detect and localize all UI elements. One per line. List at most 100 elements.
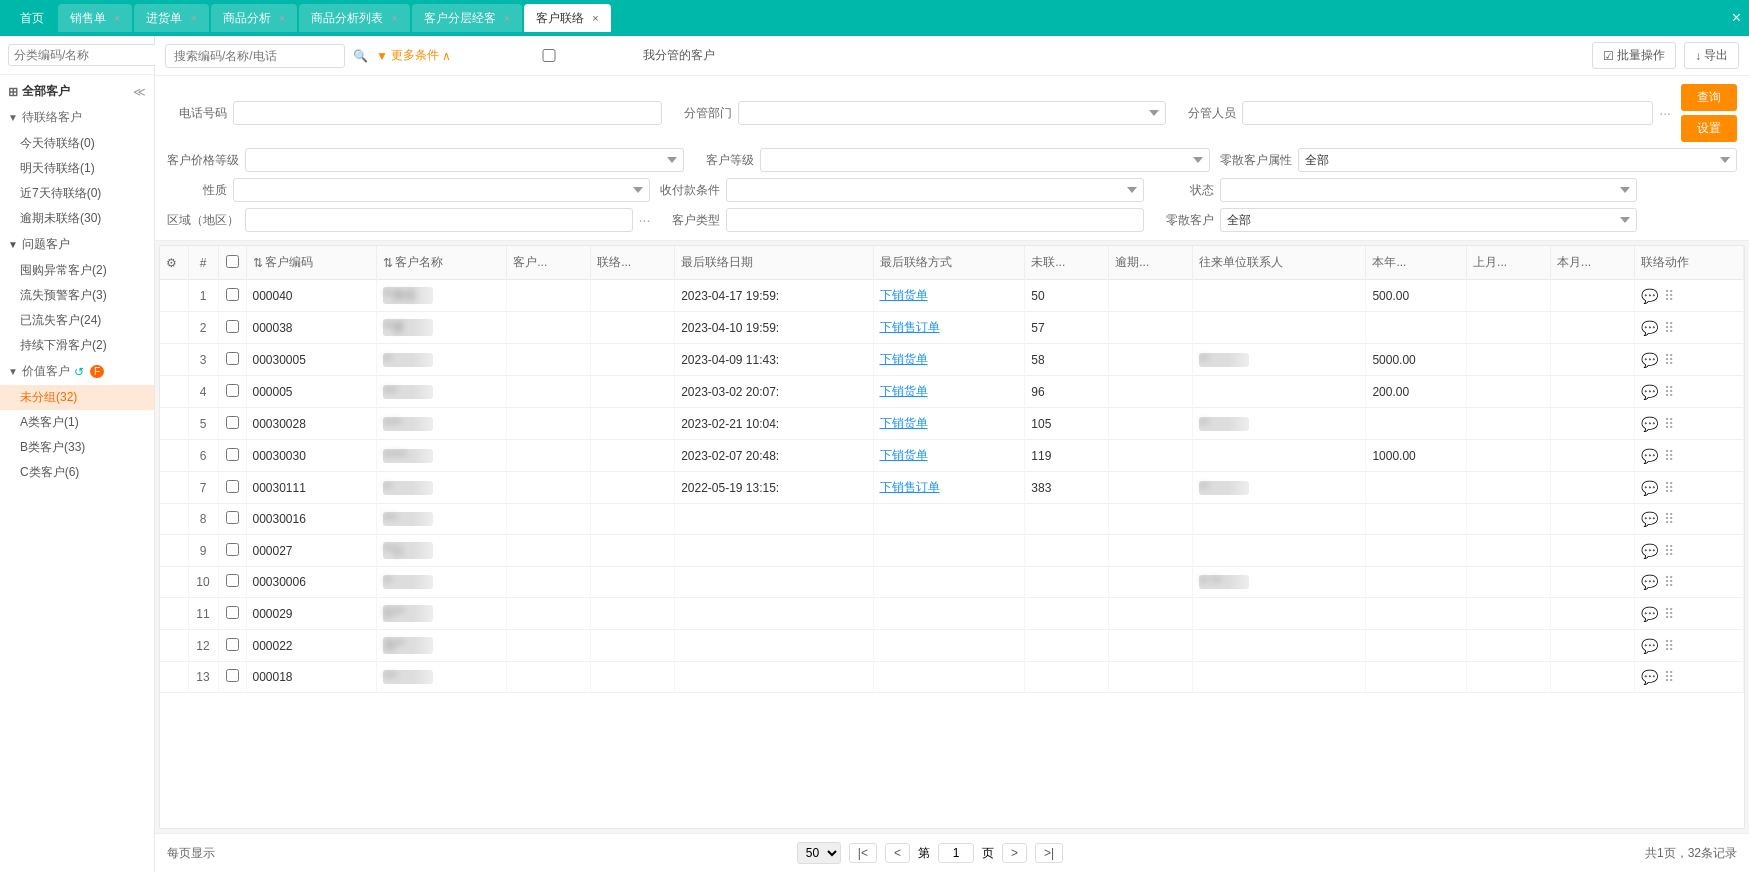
page-input[interactable] xyxy=(938,843,974,863)
sidebar-item-class-b[interactable]: B类客户(33) xyxy=(0,435,154,460)
chat-icon[interactable]: 💬 xyxy=(1641,574,1658,590)
row-checkbox[interactable] xyxy=(226,574,239,587)
staff-more-icon[interactable]: ··· xyxy=(1659,105,1671,121)
contact-method-link[interactable]: 下销货单 xyxy=(880,448,928,462)
sidebar-collapse-icon[interactable]: ≪ xyxy=(133,85,146,99)
chat-icon[interactable]: 💬 xyxy=(1641,638,1658,654)
more-icon[interactable]: ⠿ xyxy=(1664,480,1674,496)
more-icon[interactable]: ⠿ xyxy=(1664,320,1674,336)
more-icon[interactable]: ⠿ xyxy=(1664,606,1674,622)
nature-select[interactable] xyxy=(233,178,650,202)
row-checkbox[interactable] xyxy=(226,448,239,461)
sidebar-item-abnormal[interactable]: 囤购异常客户(2) xyxy=(0,258,154,283)
th-name[interactable]: ⇅客户名称 xyxy=(376,246,506,280)
more-icon[interactable]: ⠿ xyxy=(1664,352,1674,368)
th-this-year[interactable]: 本年... xyxy=(1366,246,1467,280)
row-checkbox[interactable] xyxy=(226,638,239,651)
pay-terms-select[interactable] xyxy=(726,178,1143,202)
sidebar-item-ungroup[interactable]: 未分组(32) xyxy=(0,385,154,410)
staff-input[interactable] xyxy=(1242,101,1653,125)
contact-method-link[interactable]: 下销货单 xyxy=(880,416,928,430)
contact-method-link[interactable]: 下销售订单 xyxy=(880,320,940,334)
sidebar-search-input[interactable] xyxy=(8,44,170,66)
sidebar-item-churned[interactable]: 已流失客户(24) xyxy=(0,308,154,333)
th-contact-person[interactable]: 往来单位联系人 xyxy=(1193,246,1366,280)
row-checkbox[interactable] xyxy=(226,511,239,524)
more-icon[interactable]: ⠿ xyxy=(1664,448,1674,464)
section-pending-contact[interactable]: ▼ 待联络客户 xyxy=(0,104,154,131)
close-product-analysis-tab[interactable]: × xyxy=(279,12,285,24)
chat-icon[interactable]: 💬 xyxy=(1641,416,1658,432)
retail-customer-select[interactable]: 全部 xyxy=(1220,208,1637,232)
row-checkbox[interactable] xyxy=(226,288,239,301)
close-sales-tab[interactable]: × xyxy=(114,12,120,24)
region-input[interactable] xyxy=(245,208,633,232)
th-contact[interactable]: 联络... xyxy=(591,246,675,280)
more-icon[interactable]: ⠿ xyxy=(1664,384,1674,400)
batch-ops-button[interactable]: ☑ 批量操作 xyxy=(1592,42,1676,69)
th-not-contact[interactable]: 未联... xyxy=(1025,246,1109,280)
th-this-month[interactable]: 本月... xyxy=(1551,246,1635,280)
th-customer-type2[interactable]: 客户... xyxy=(507,246,591,280)
sidebar-item-7days[interactable]: 近7天待联络(0) xyxy=(0,181,154,206)
price-level-select[interactable] xyxy=(245,148,684,172)
chat-icon[interactable]: 💬 xyxy=(1641,288,1658,304)
more-icon[interactable]: ⠿ xyxy=(1664,638,1674,654)
chat-icon[interactable]: 💬 xyxy=(1641,352,1658,368)
th-code[interactable]: ⇅客户编码 xyxy=(246,246,376,280)
th-last-month[interactable]: 上月... xyxy=(1467,246,1551,280)
close-customer-contact-tab[interactable]: × xyxy=(592,12,598,24)
sidebar-item-today[interactable]: 今天待联络(0) xyxy=(0,131,154,156)
tab-sales-order[interactable]: 销售单 × xyxy=(58,4,132,32)
row-checkbox[interactable] xyxy=(226,416,239,429)
tab-product-analysis-list[interactable]: 商品分析列表 × xyxy=(299,4,409,32)
status-select[interactable] xyxy=(1220,178,1637,202)
th-gear[interactable]: ⚙ xyxy=(160,246,188,280)
select-all-checkbox[interactable] xyxy=(226,255,239,268)
region-more-icon[interactable]: ··· xyxy=(639,212,651,228)
row-checkbox[interactable] xyxy=(226,480,239,493)
section-value-customers[interactable]: ▼ 价值客户 ↺ F xyxy=(0,358,154,385)
sidebar-item-churn-warning[interactable]: 流失预警客户(3) xyxy=(0,283,154,308)
prev-page-btn[interactable]: < xyxy=(885,843,910,863)
th-last-contact-method[interactable]: 最后联络方式 xyxy=(873,246,1025,280)
search-icon[interactable]: 🔍 xyxy=(353,49,368,63)
chat-icon[interactable]: 💬 xyxy=(1641,543,1658,559)
export-button[interactable]: ↓ 导出 xyxy=(1684,42,1739,69)
chat-icon[interactable]: 💬 xyxy=(1641,606,1658,622)
chat-icon[interactable]: 💬 xyxy=(1641,448,1658,464)
chat-icon[interactable]: 💬 xyxy=(1641,511,1658,527)
close-product-analysis-list-tab[interactable]: × xyxy=(391,12,397,24)
sidebar-item-declining[interactable]: 持续下滑客户(2) xyxy=(0,333,154,358)
sidebar-item-overdue[interactable]: 逾期未联络(30) xyxy=(0,206,154,231)
dept-select[interactable] xyxy=(738,101,1167,125)
my-customers-checkbox[interactable]: 我分管的客户 xyxy=(459,47,715,64)
close-purchase-tab[interactable]: × xyxy=(190,12,196,24)
more-icon[interactable]: ⠿ xyxy=(1664,416,1674,432)
row-checkbox[interactable] xyxy=(226,669,239,682)
chat-icon[interactable]: 💬 xyxy=(1641,480,1658,496)
contact-method-link[interactable]: 下销售订单 xyxy=(880,480,940,494)
sidebar-item-class-c[interactable]: C类客户(6) xyxy=(0,460,154,485)
customer-type-input[interactable] xyxy=(726,208,1143,232)
more-icon[interactable]: ⠿ xyxy=(1664,669,1674,685)
th-overdue[interactable]: 逾期... xyxy=(1109,246,1193,280)
tab-purchase-order[interactable]: 进货单 × xyxy=(134,4,208,32)
page-size-select[interactable]: 50 xyxy=(797,842,841,864)
contact-method-link[interactable]: 下销货单 xyxy=(880,384,928,398)
phone-input[interactable] xyxy=(233,101,662,125)
th-last-contact-date[interactable]: 最后联络日期 xyxy=(675,246,873,280)
search-input[interactable] xyxy=(165,44,345,68)
retail-attr-select[interactable]: 全部 xyxy=(1298,148,1737,172)
window-close-icon[interactable]: × xyxy=(1732,9,1741,27)
row-checkbox[interactable] xyxy=(226,384,239,397)
all-customers-label[interactable]: ⊞ 全部客户 xyxy=(8,83,70,100)
sidebar-item-tomorrow[interactable]: 明天待联络(1) xyxy=(0,156,154,181)
last-page-btn[interactable]: >| xyxy=(1035,843,1063,863)
sidebar-item-class-a[interactable]: A类客户(1) xyxy=(0,410,154,435)
tab-customer-segment[interactable]: 客户分层经客 × xyxy=(412,4,522,32)
customer-level-select[interactable] xyxy=(760,148,1211,172)
tab-customer-contact[interactable]: 客户联络 × xyxy=(524,4,610,32)
tab-product-analysis[interactable]: 商品分析 × xyxy=(211,4,297,32)
more-icon[interactable]: ⠿ xyxy=(1664,288,1674,304)
